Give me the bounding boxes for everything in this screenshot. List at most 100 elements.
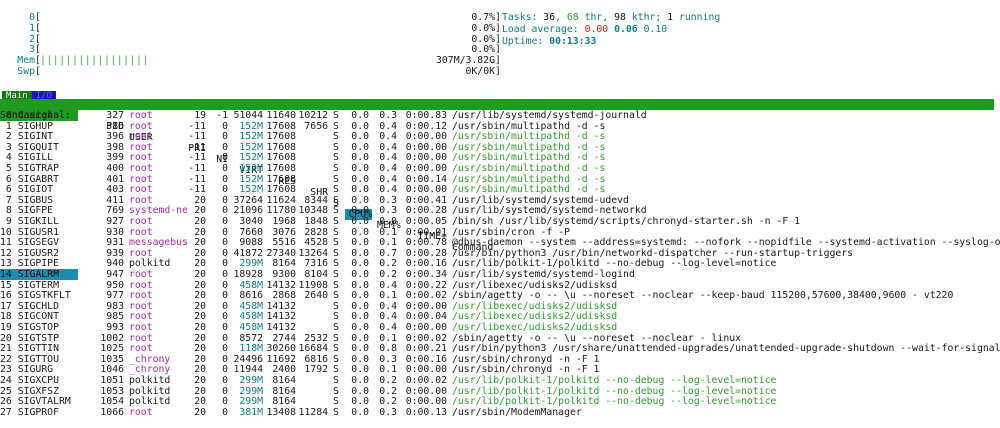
signal-option[interactable]: 7 SIGBUS — [0, 195, 78, 206]
table-row[interactable]: 6 SIGIOT 403 root -11 0 152M 17608 S 0.0 0.4 0:00.… — [0, 184, 1000, 195]
signal-option[interactable]: 18 SIGCONT — [0, 311, 78, 322]
signal-option[interactable]: 4 SIGILL — [0, 152, 78, 163]
signal-option[interactable]: 10 SIGUSR1 — [0, 227, 78, 238]
table-row[interactable]: 12 SIGUSR2 939 root 20 0 41872 27340 13264 S 0.0 0… — [0, 248, 1000, 259]
signal-option[interactable]: 16 SIGSTKFLT — [0, 290, 78, 301]
cell-time: 0:00.00 — [405, 364, 447, 376]
signal-option[interactable]: 26 SIGVTALRM — [0, 396, 78, 407]
table-row[interactable]: 0 Cancel 327 root 19 -1 51044 11640 10212 S 0.0 0.… — [0, 110, 1000, 121]
cell-mem: 0.4 — [379, 163, 397, 174]
signal-option[interactable]: 20 SIGTSTP — [0, 333, 78, 344]
signal-option[interactable]: 22 SIGTTOU — [0, 354, 78, 365]
signal-option[interactable]: 25 SIGXFSZ — [0, 386, 78, 397]
signal-option[interactable]: 9 SIGKILL — [0, 216, 78, 227]
signal-option[interactable]: 1 SIGHUP — [0, 121, 78, 132]
signal-option[interactable]: 0 Cancel — [0, 110, 78, 121]
table-row[interactable]: 13 SIGPIPE 940 polkitd 20 0 299M 8164 7316 S 0.0 0… — [0, 258, 1000, 269]
table-row[interactable]: 27 SIGPROF 1066 root 20 0 381M 13408 11284 S 0.0 0… — [0, 407, 1000, 418]
table-row[interactable]: 4 SIGILL 399 root -11 0 152M 17608 S 0.0 0.4 0:00.… — [0, 152, 1000, 163]
signal-option[interactable]: 6 SIGABRT — [0, 174, 78, 185]
cell-time: 0:00.02 — [405, 375, 447, 386]
cell-res: 3076 — [272, 226, 296, 238]
cell-mem: 0.2 — [379, 385, 397, 397]
cell-state: S — [333, 332, 339, 344]
running-label: running — [673, 12, 721, 23]
table-row[interactable]: 1 SIGHUP 386 root -11 0 152M 17608 7656 S 0.0 0.4 0… — [0, 121, 1000, 132]
table-row[interactable]: 5 SIGTRAP 400 root -11 0 152M 17608 S 0.0 0.4 0:00… — [0, 163, 1000, 174]
cell-res: 2400 — [272, 364, 296, 376]
table-row[interactable]: 10 SIGUSR1 930 root 20 0 7660 3076 2828 S 0.0 0.1 0… — [0, 227, 1000, 238]
cell-cpu: 0.0 — [351, 364, 369, 376]
cell-cpu: 0.0 — [351, 226, 369, 238]
cell-res: 8164 — [272, 258, 296, 270]
table-row[interactable]: 24 SIGXCPU 1051 polkitd 20 0 299M 8164 S 0.0 0.2 0… — [0, 375, 1000, 386]
cell-state: S — [333, 353, 339, 365]
cell-virt: 458M — [239, 322, 263, 333]
signal-option[interactable]: 19 SIGSTOP — [0, 322, 78, 333]
cell-mem: 0.7 — [379, 247, 397, 259]
cell-state: S — [333, 141, 339, 153]
table-row[interactable]: 22 SIGTTOU 1035 _chrony 20 0 24496 11692 6816 S 0… — [0, 354, 1000, 365]
cell-cpu: 0.0 — [351, 216, 369, 227]
signal-option[interactable]: 24 SIGXCPU — [0, 375, 78, 386]
signal-option[interactable]: 6 SIGIOT — [0, 184, 78, 195]
cell-ni: 0 — [222, 269, 228, 280]
cell-ni: 0 — [222, 364, 228, 376]
cell-user: root — [129, 184, 153, 196]
table-row[interactable]: 16 SIGSTKFLT 977 root 20 0 8616 2868 2640 S 0.0 0.… — [0, 290, 1000, 301]
uptime-line: Uptime: 00:13:33 — [502, 36, 596, 47]
meter-label: Mem — [17, 55, 35, 67]
cell-time: 0:00.00 — [405, 385, 447, 397]
cell-virt: 299M — [239, 258, 263, 270]
table-row[interactable]: 7 SIGBUS 411 root 20 0 37264 11624 8344 S 0.0 0.3 0… — [0, 195, 1000, 206]
meter-open-bracket: [ — [35, 33, 41, 45]
cell-pri: 20 — [194, 194, 206, 206]
signal-option[interactable]: 14 SIGALRM — [0, 269, 78, 280]
cell-pri: 20 — [194, 396, 206, 408]
table-row[interactable]: 11 SIGSEGV 931 messagebus 20 0 9088 5516 4528 S 0… — [0, 237, 1000, 248]
signal-option[interactable]: 12 SIGUSR2 — [0, 248, 78, 259]
table-row[interactable]: 15 SIGTERM 950 root 20 0 458M 14132 11908 S 0.0 0.… — [0, 280, 1000, 291]
table-row[interactable]: 3 SIGQUIT 398 root -11 0 152M 17608 S 0.0 0.4 0:00… — [0, 142, 1000, 153]
cell-ni: 0 — [222, 258, 228, 270]
signal-option[interactable]: 21 SIGTTIN — [0, 343, 78, 354]
signal-option[interactable]: 15 SIGTERM — [0, 280, 78, 291]
cell-res: 11640 — [266, 110, 297, 121]
cell-pri: 20 — [194, 216, 206, 227]
cell-time: 0:00.13 — [405, 406, 447, 418]
cell-pid: 769 — [106, 205, 124, 217]
signal-option[interactable]: 2 SIGINT — [0, 131, 78, 142]
signal-option[interactable]: 5 SIGTRAP — [0, 163, 78, 174]
cell-time: 0:00.16 — [405, 258, 447, 270]
cell-state: S — [333, 385, 339, 397]
signal-option[interactable]: 11 SIGSEGV — [0, 237, 78, 248]
table-row[interactable]: 21 SIGTTIN 1025 root 20 0 118M 30260 16684 S 0.0 0… — [0, 343, 1000, 354]
table-row[interactable]: 14 SIGALRM 947 root 20 0 18928 9300 8104 S 0.0 0.2… — [0, 269, 1000, 280]
table-row[interactable]: 17 SIGCHLD 983 root 20 0 458M 14132 S 0.0 0.4 0:00… — [0, 301, 1000, 312]
cell-virt: 152M — [239, 141, 263, 153]
signal-option[interactable]: 3 SIGQUIT — [0, 142, 78, 153]
signal-option[interactable]: 17 SIGCHLD — [0, 301, 78, 312]
cell-command: /usr/sbin/multipathd -d -s — [452, 141, 606, 153]
cell-ni: 0 — [222, 385, 228, 397]
signal-option[interactable]: 27 SIGPROF — [0, 407, 78, 418]
table-row[interactable]: 9 SIGKILL 927 root 20 0 3040 1968 1848 S 0.0 0.0 0:… — [0, 216, 1000, 227]
table-row[interactable]: 20 SIGTSTP 1002 root 20 0 8572 2744 2532 S 0.0 0.1… — [0, 333, 1000, 344]
table-row[interactable]: 19 SIGSTOP 993 root 20 0 458M 14132 S 0.0 0.4 0:00… — [0, 322, 1000, 333]
table-row[interactable]: 25 SIGXFSZ 1053 polkitd 20 0 299M 8164 S 0.0 0.2 0… — [0, 386, 1000, 397]
cell-time: 0:00.28 — [405, 247, 447, 259]
table-row[interactable]: 18 SIGCONT 985 root 20 0 458M 14132 S 0.0 0.4 0:00… — [0, 311, 1000, 322]
cell-mem: 0.3 — [379, 353, 397, 365]
cell-cpu: 0.0 — [351, 290, 369, 302]
cell-cpu: 0.0 — [351, 322, 369, 333]
signal-option[interactable]: 8 SIGFPE — [0, 205, 78, 216]
signal-option[interactable]: 23 SIGURG — [0, 364, 78, 375]
table-row[interactable]: 23 SIGURG 1046 _chrony 20 0 11944 2400 1792 S 0.0… — [0, 364, 1000, 375]
table-row[interactable]: 2 SIGINT 396 root -11 0 152M 17608 S 0.0 0.4 0:00.… — [0, 131, 1000, 142]
table-row[interactable]: 6 SIGABRT 401 root -11 0 152M 17608 S 0.0 0.4 0:00… — [0, 174, 1000, 185]
signal-option[interactable]: 13 SIGPIPE — [0, 258, 78, 269]
table-row[interactable]: 8 SIGFPE 769 systemd-ne 20 0 21096 11780 10348 S… — [0, 205, 1000, 216]
table-row[interactable]: 26 SIGVTALRM 1054 polkitd 20 0 299M 8164 S 0.0 0.… — [0, 396, 1000, 407]
cell-virt: 458M — [239, 279, 263, 291]
cell-ni: 0 — [222, 322, 228, 333]
